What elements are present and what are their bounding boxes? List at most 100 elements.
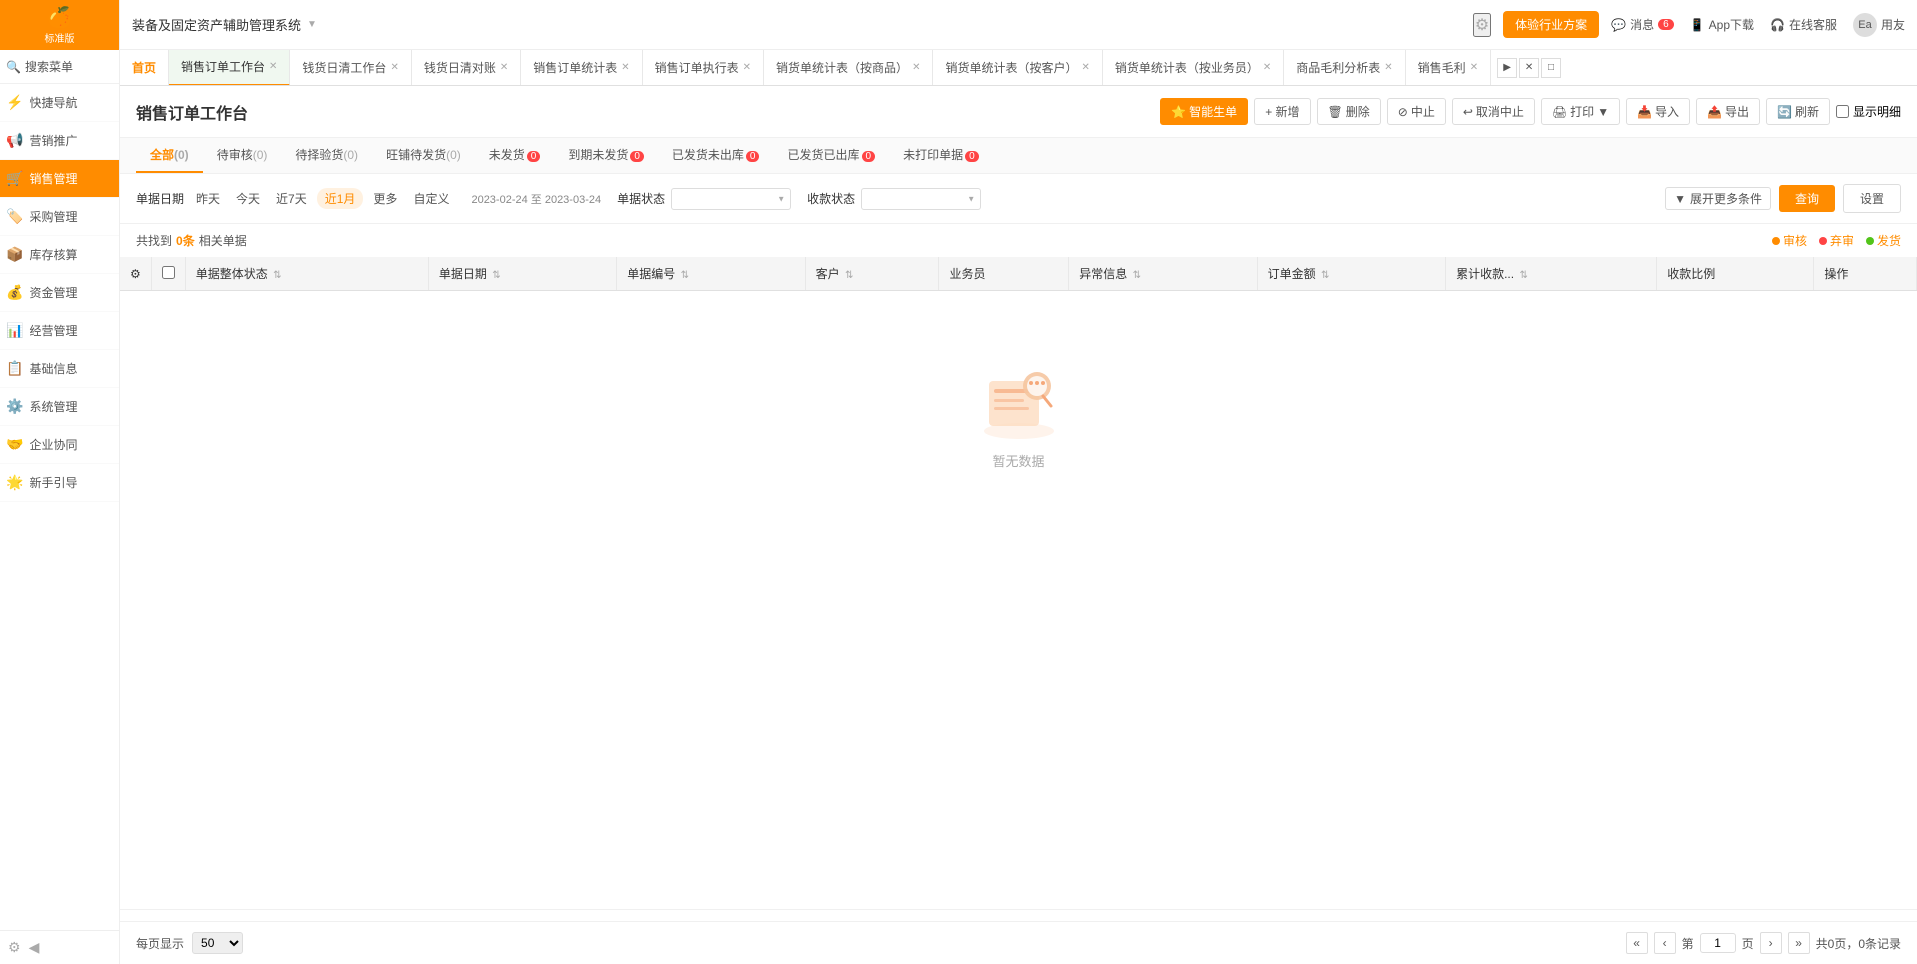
page-size-select[interactable]: 10 20 50 100	[192, 932, 243, 954]
stop-btn[interactable]: ⊘ 中止	[1387, 98, 1446, 125]
filter-tab-pending-review[interactable]: 待审核(0)	[203, 138, 282, 173]
add-btn[interactable]: + 新增	[1254, 98, 1310, 125]
date-options: 昨天 今天 近7天 近1月 更多 自定义	[190, 188, 455, 209]
refresh-btn[interactable]: 🔄 刷新	[1766, 98, 1830, 125]
sort-date-icon[interactable]: ⇅	[492, 270, 500, 281]
unreviewed-dot	[1819, 237, 1827, 245]
sidebar-item-finance[interactable]: 💰 资金管理	[0, 274, 119, 312]
date-opt-custom[interactable]: 自定义	[407, 188, 455, 209]
system-dropdown-icon[interactable]: ▼	[307, 19, 317, 30]
tab-sales-stats-close[interactable]: ✕	[621, 62, 629, 73]
ship-link[interactable]: 发货	[1866, 232, 1901, 249]
date-opt-more[interactable]: 更多	[367, 188, 403, 209]
delete-btn[interactable]: 🗑 删除	[1317, 98, 1381, 125]
expand-conditions-btn[interactable]: ▼ 展开更多条件	[1665, 187, 1771, 210]
sidebar-collapse-btn[interactable]: ◀	[29, 939, 40, 956]
tab-pin-btn[interactable]: □	[1541, 58, 1561, 78]
tab-cash-reconcile[interactable]: 钱货日清对账 ✕	[412, 50, 521, 86]
col-customer: 客户 ⇅	[805, 257, 939, 291]
col-checkbox[interactable]	[151, 257, 185, 291]
tab-sales-workbench-close[interactable]: ✕	[269, 61, 277, 72]
sidebar-item-inventory[interactable]: 📦 库存核算	[0, 236, 119, 274]
sidebar-item-operations[interactable]: 📊 经营管理	[0, 312, 119, 350]
sidebar-item-sales[interactable]: 🛒 销售管理	[0, 160, 119, 198]
show-detail-checkbox[interactable]	[1836, 105, 1849, 118]
tab-sales-exec[interactable]: 销售订单执行表 ✕	[643, 50, 764, 86]
date-opt-yesterday[interactable]: 昨天	[190, 188, 226, 209]
tab-sales-product[interactable]: 销货单统计表（按商品） ✕	[764, 50, 933, 86]
tab-sales-margin-close[interactable]: ✕	[1470, 62, 1478, 73]
filter-tab-pending-inspect[interactable]: 待择验货(0)	[281, 138, 372, 173]
sidebar-settings-btn[interactable]: ⚙	[8, 939, 21, 956]
sidebar-item-cooperation[interactable]: 🤝 企业协同	[0, 426, 119, 464]
tab-sales-customer[interactable]: 销货单统计表（按客户） ✕	[933, 50, 1102, 86]
last-page-btn[interactable]: »	[1788, 932, 1810, 954]
date-opt-1month[interactable]: 近1月	[317, 188, 364, 209]
sidebar-item-marketing[interactable]: 📢 营销推广	[0, 122, 119, 160]
industry-btn[interactable]: 体验行业方案	[1503, 11, 1599, 38]
user-menu-btn[interactable]: Ea 用友	[1853, 13, 1905, 37]
filter-tab-not-shipped[interactable]: 未发货0	[475, 138, 555, 173]
tab-sales-staff-close[interactable]: ✕	[1263, 62, 1271, 73]
select-all-checkbox[interactable]	[162, 266, 175, 279]
tab-home[interactable]: 首页	[120, 50, 169, 86]
tab-sales-margin[interactable]: 销售毛利 ✕	[1406, 50, 1491, 86]
tab-sales-customer-close[interactable]: ✕	[1081, 62, 1089, 73]
filter-tab-shop-pending-ship[interactable]: 旺铺待发货(0)	[372, 138, 475, 173]
sort-status-icon[interactable]: ⇅	[273, 270, 281, 281]
import-btn[interactable]: 📥 导入	[1626, 98, 1690, 125]
sidebar-item-search[interactable]: 🔍 搜索菜单	[0, 50, 119, 84]
horizontal-scrollbar[interactable]	[120, 909, 1917, 921]
page-input[interactable]	[1700, 933, 1736, 953]
tab-cash-daily[interactable]: 钱货日清工作台 ✕	[290, 50, 411, 86]
online-service-btn[interactable]: 🎧 在线客服	[1770, 16, 1837, 33]
filter-setting-btn[interactable]: 设置	[1843, 184, 1901, 213]
filter-tab-shipped-out[interactable]: 已发货已出库0	[773, 138, 889, 173]
sort-number-icon[interactable]: ⇅	[681, 270, 689, 281]
query-btn[interactable]: 查询	[1779, 185, 1835, 212]
tab-margin-close[interactable]: ✕	[1384, 62, 1392, 73]
sidebar-item-basic-info[interactable]: 📋 基础信息	[0, 350, 119, 388]
sidebar-item-purchase[interactable]: 🏷️ 采购管理	[0, 198, 119, 236]
date-opt-today[interactable]: 今天	[230, 188, 266, 209]
unreviewed-link[interactable]: 弃审	[1819, 232, 1854, 249]
show-detail-checkbox-label[interactable]: 显示明细	[1836, 103, 1901, 120]
sort-exception-icon[interactable]: ⇅	[1133, 270, 1141, 281]
message-btn[interactable]: 💬 消息 6	[1611, 16, 1674, 33]
filter-tab-not-printed[interactable]: 未打印单据0	[889, 138, 993, 173]
first-page-btn[interactable]: «	[1626, 932, 1648, 954]
sidebar-item-guide[interactable]: 🌟 新手引导	[0, 464, 119, 502]
print-btn[interactable]: 🖨 打印 ▼	[1541, 98, 1620, 125]
col-settings[interactable]: ⚙	[120, 257, 151, 291]
filter-tab-shipped-not-out[interactable]: 已发货未出库0	[658, 138, 774, 173]
col-date: 单据日期 ⇅	[428, 257, 616, 291]
cancel-stop-btn[interactable]: ↩ 取消中止	[1452, 98, 1535, 125]
tab-sales-stats[interactable]: 销售订单统计表 ✕	[521, 50, 642, 86]
tab-prev-btn[interactable]: ▶	[1497, 58, 1517, 78]
payment-select[interactable]	[861, 188, 981, 210]
export-btn[interactable]: 📤 导出	[1696, 98, 1760, 125]
sort-collected-icon[interactable]: ⇅	[1519, 270, 1527, 281]
tab-cash-daily-close[interactable]: ✕	[390, 62, 398, 73]
sidebar-item-quick-nav[interactable]: ⚡ 快捷导航	[0, 84, 119, 122]
sort-amount-icon[interactable]: ⇅	[1321, 270, 1329, 281]
header-settings-btn[interactable]: ⚙	[1473, 13, 1491, 37]
review-link[interactable]: 审核	[1772, 232, 1807, 249]
tab-sales-exec-close[interactable]: ✕	[743, 62, 751, 73]
tab-margin[interactable]: 商品毛利分析表 ✕	[1284, 50, 1405, 86]
tab-cash-reconcile-close[interactable]: ✕	[500, 62, 508, 73]
tab-sales-workbench[interactable]: 销售订单工作台 ✕	[169, 50, 290, 86]
sidebar-item-system[interactable]: ⚙️ 系统管理	[0, 388, 119, 426]
tab-close-all-btn[interactable]: ✕	[1519, 58, 1539, 78]
tab-sales-product-close[interactable]: ✕	[912, 62, 920, 73]
status-select[interactable]	[671, 188, 791, 210]
app-download-btn[interactable]: 📱 App下载	[1690, 16, 1754, 33]
prev-page-btn[interactable]: ‹	[1654, 932, 1676, 954]
tab-sales-staff[interactable]: 销货单统计表（按业务员） ✕	[1103, 50, 1284, 86]
date-opt-7days[interactable]: 近7天	[270, 188, 313, 209]
filter-tab-all[interactable]: 全部(0)	[136, 138, 203, 173]
filter-tab-overdue-not-shipped[interactable]: 到期未发货0	[554, 138, 658, 173]
smart-create-btn[interactable]: ⭐ 智能生单	[1160, 98, 1248, 125]
sort-customer-icon[interactable]: ⇅	[845, 270, 853, 281]
next-page-btn[interactable]: ›	[1760, 932, 1782, 954]
